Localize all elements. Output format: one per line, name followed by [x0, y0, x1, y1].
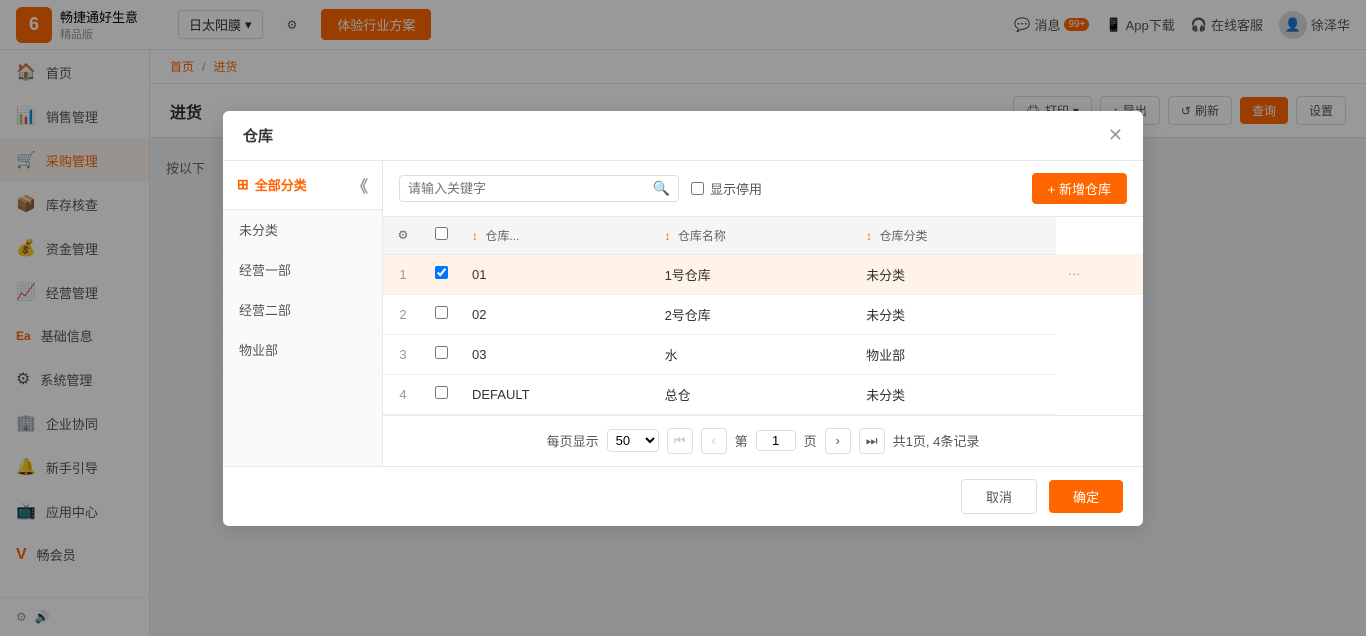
th-category[interactable]: ↕ 仓库分类 — [854, 217, 1056, 255]
modal-title: 仓库 — [243, 125, 273, 146]
category-item-dept1[interactable]: 经营一部 — [223, 250, 382, 290]
page-size-select[interactable]: 50 20 100 — [607, 429, 659, 452]
row-name: 1号仓库 — [653, 254, 855, 294]
row-select-checkbox[interactable] — [435, 306, 448, 319]
add-warehouse-button[interactable]: + 新增仓库 — [1032, 173, 1127, 204]
row-code: 03 — [460, 334, 653, 374]
row-num: 2 — [383, 294, 423, 334]
modal-footer: 取消 确定 — [223, 466, 1143, 526]
category-item-dept2[interactable]: 经营二部 — [223, 290, 382, 330]
th-code[interactable]: ↕ 仓库... — [460, 217, 653, 255]
row-category: 未分类 — [854, 374, 1056, 414]
confirm-button[interactable]: 确定 — [1049, 480, 1123, 513]
th-settings[interactable]: ⚙ — [383, 217, 423, 255]
category-toggle-icon[interactable]: 《 — [352, 173, 368, 197]
page-label-prefix: 第 — [735, 431, 748, 450]
table-toolbar: 🔍 显示停用 + 新增仓库 — [383, 161, 1143, 217]
row-name: 总仓 — [653, 374, 855, 414]
page-number-input[interactable] — [756, 430, 796, 451]
th-name[interactable]: ↕ 仓库名称 — [653, 217, 855, 255]
row-checkbox[interactable] — [423, 334, 460, 374]
search-input[interactable] — [408, 181, 647, 196]
category-item-property[interactable]: 物业部 — [223, 330, 382, 370]
prev-page-button[interactable]: ‹ — [701, 428, 727, 454]
row-select-checkbox[interactable] — [435, 386, 448, 399]
row-code: DEFAULT — [460, 374, 653, 414]
category-sidebar: ⊞ 全部分类 《 未分类 经营一部 经营二部 物业部 — [223, 161, 383, 466]
row-checkbox[interactable] — [423, 254, 460, 294]
row-num: 3 — [383, 334, 423, 374]
last-page-button[interactable]: ⏭ — [859, 428, 885, 454]
all-categories-header[interactable]: ⊞ 全部分类 《 — [223, 161, 382, 210]
row-category: 物业部 — [854, 334, 1056, 374]
row-name: 2号仓库 — [653, 294, 855, 334]
sort-icon: ↕ — [472, 229, 478, 243]
select-all-checkbox[interactable] — [435, 227, 448, 240]
table-row[interactable]: 3 03 水 物业部 — [383, 334, 1143, 374]
category-item-unclassified[interactable]: 未分类 — [223, 210, 382, 250]
table-row[interactable]: 2 02 2号仓库 未分类 — [383, 294, 1143, 334]
row-num: 4 — [383, 374, 423, 414]
next-page-button[interactable]: › — [825, 428, 851, 454]
sort-icon-name: ↕ — [665, 229, 671, 243]
search-icon: 🔍 — [653, 180, 670, 197]
table-area: 🔍 显示停用 + 新增仓库 ⚙ — [383, 161, 1143, 466]
cancel-button[interactable]: 取消 — [961, 479, 1037, 514]
row-code: 02 — [460, 294, 653, 334]
warehouse-modal: 仓库 ✕ ⊞ 全部分类 《 未分类 经营一部 — [223, 111, 1143, 526]
warehouse-table: ⚙ ↕ 仓库... ↕ 仓库名称 — [383, 217, 1143, 415]
modal-close-button[interactable]: ✕ — [1108, 126, 1123, 144]
show-disabled-label[interactable]: 显示停用 — [691, 179, 762, 198]
row-code: 01 — [460, 254, 653, 294]
row-checkbox[interactable] — [423, 294, 460, 334]
row-actions[interactable]: ··· — [1056, 254, 1143, 294]
table-row[interactable]: 1 01 1号仓库 未分类 ··· — [383, 254, 1143, 294]
first-page-button[interactable]: ⏮ — [667, 428, 693, 454]
modal-overlay[interactable]: 仓库 ✕ ⊞ 全部分类 《 未分类 经营一部 — [0, 0, 1366, 636]
row-num: 1 — [383, 254, 423, 294]
table-row[interactable]: 4 DEFAULT 总仓 未分类 — [383, 374, 1143, 414]
search-wrap: 🔍 — [399, 175, 679, 202]
modal-body: ⊞ 全部分类 《 未分类 经营一部 经营二部 物业部 — [223, 161, 1143, 466]
row-checkbox[interactable] — [423, 374, 460, 414]
row-category: 未分类 — [854, 254, 1056, 294]
row-select-checkbox[interactable] — [435, 346, 448, 359]
row-category: 未分类 — [854, 294, 1056, 334]
sort-icon-cat: ↕ — [866, 229, 872, 243]
row-select-checkbox[interactable] — [435, 266, 448, 279]
data-table: ⚙ ↕ 仓库... ↕ 仓库名称 — [383, 217, 1143, 415]
show-disabled-checkbox[interactable] — [691, 182, 704, 195]
category-list: 未分类 经营一部 经营二部 物业部 — [223, 210, 382, 466]
modal-header: 仓库 ✕ — [223, 111, 1143, 161]
pagination: 每页显示 50 20 100 ⏮ ‹ 第 页 › ⏭ 共1页, 4条记录 — [383, 415, 1143, 466]
row-name: 水 — [653, 334, 855, 374]
th-checkbox — [423, 217, 460, 255]
grid-icon: ⊞ — [237, 176, 249, 193]
